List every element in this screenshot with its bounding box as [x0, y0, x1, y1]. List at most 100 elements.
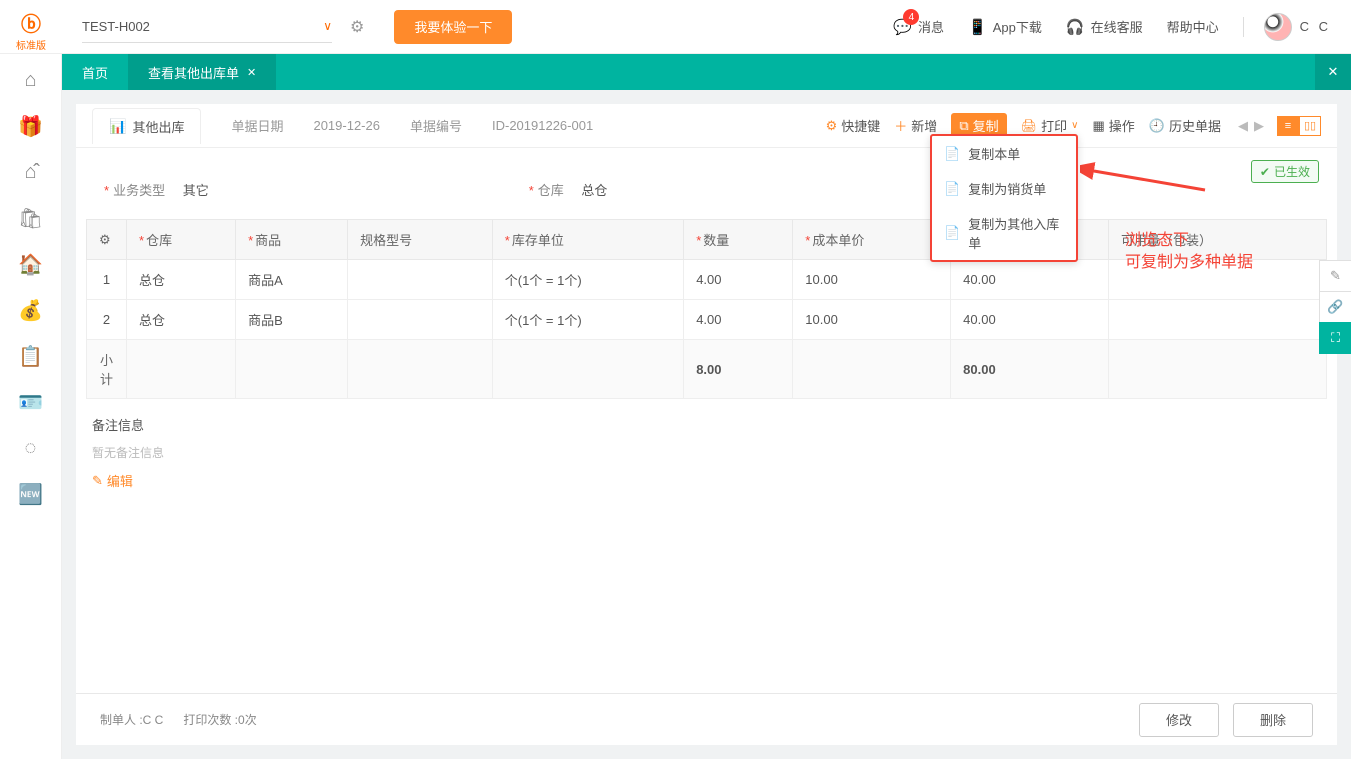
remarks-empty: 暂无备注信息 — [92, 444, 1321, 461]
user-name[interactable]: C C — [1300, 19, 1331, 34]
col-warehouse: *仓库 — [127, 220, 236, 260]
chevron-down-icon: ∨ — [1071, 120, 1078, 131]
list-view-button[interactable]: ≡ — [1277, 116, 1299, 136]
prev-icon[interactable]: ◀ — [1238, 118, 1248, 134]
gear-column-header[interactable]: ⚙ — [87, 220, 127, 260]
doc-no-label: 单据编号 — [410, 116, 462, 135]
nav-clipboard-icon[interactable]: 📋 — [19, 344, 43, 368]
try-button[interactable]: 我要体验一下 — [394, 10, 512, 44]
annotation-line1: 浏览态下 — [1125, 230, 1253, 252]
nav-house-icon[interactable]: ⌂̂ — [19, 160, 43, 184]
service-label: 在线客服 — [1091, 17, 1143, 36]
messages-label: 消息 — [918, 17, 944, 36]
document-title-tab: 📊 其他出库 — [92, 108, 201, 144]
creator-meta: 制单人 :C C — [100, 711, 163, 728]
add-button[interactable]: ＋新增 — [894, 116, 937, 135]
operations-button[interactable]: ▦操作 — [1092, 116, 1134, 135]
copy-in-label: 复制为其他入库单 — [968, 214, 1064, 252]
close-icon[interactable]: ✕ — [247, 66, 256, 79]
topbar: ⓑ 标准版 TEST-H002 ∨ ⚙ 我要体验一下 💬 消息 4 📱 App下… — [0, 0, 1351, 54]
status-text: 已生效 — [1274, 163, 1310, 180]
print-button[interactable]: 🖨打印∨ — [1021, 116, 1079, 135]
edit-label: 编辑 — [107, 471, 133, 490]
copy-dropdown: 📄复制本单 📄 复制为销货单 📄 复制为其他入库单 — [930, 134, 1078, 262]
app-download-link[interactable]: 📱 App下载 — [968, 17, 1042, 36]
logo-text: 标准版 — [16, 37, 46, 52]
logo: ⓑ 标准版 — [0, 2, 62, 52]
tab-home[interactable]: 首页 — [62, 54, 128, 90]
delete-button[interactable]: 删除 — [1233, 703, 1313, 737]
shortcut-button[interactable]: ⚙快捷键 — [826, 116, 881, 135]
copy-sale-label: 复制为销货单 — [968, 179, 1046, 198]
left-nav: ⌂ 🎁 ⌂̂ 🛍 🏠 💰 📋 🪪 ◌ 🆕 — [0, 54, 62, 759]
nav-new-icon[interactable]: 🆕 — [19, 482, 43, 506]
link-icon[interactable]: 🔗 — [1319, 291, 1351, 323]
edit-icon: ✎ — [92, 473, 103, 489]
nav-building-icon[interactable]: 🏠 — [19, 252, 43, 276]
nav-id-icon[interactable]: 🪪 — [19, 390, 43, 414]
app-label: App下载 — [993, 17, 1042, 36]
phone-icon: 📱 — [968, 18, 987, 36]
tenant-name: TEST-H002 — [82, 19, 150, 34]
biz-type-value: 其它 — [183, 183, 209, 198]
table-row[interactable]: 2 总仓 商品B 个(1个 = 1个) 4.00 10.00 40.00 — [87, 300, 1327, 340]
logo-icon: ⓑ — [21, 8, 41, 37]
gear-icon: ⚙ — [826, 118, 838, 134]
next-icon[interactable]: ▶ — [1254, 118, 1264, 134]
biz-type-label: 业务类型 — [113, 183, 165, 198]
footer-bar: 制单人 :C C 打印次数 :0次 修改 删除 — [76, 693, 1337, 745]
settings-icon[interactable]: ⚙ — [350, 17, 364, 37]
plus-icon: ＋ — [894, 116, 907, 135]
col-spec: 规格型号 — [348, 220, 493, 260]
warehouse-field: *仓库 总仓 — [529, 180, 608, 199]
edit-remarks-link[interactable]: ✎ 编辑 — [92, 471, 133, 490]
tenant-selector[interactable]: TEST-H002 ∨ — [82, 11, 332, 43]
online-service-link[interactable]: 🎧 在线客服 — [1066, 17, 1143, 36]
nav-gift-icon[interactable]: 🎁 — [19, 114, 43, 138]
modify-button[interactable]: 修改 — [1139, 703, 1219, 737]
col-cost-price: *成本单价 — [793, 220, 951, 260]
doc-icon: 📄 — [944, 181, 960, 197]
remarks-section: 备注信息 暂无备注信息 ✎ 编辑 — [76, 399, 1337, 490]
nav-home-icon[interactable]: ⌂ — [19, 68, 43, 92]
document-card: 📊 其他出库 单据日期 2019-12-26 单据编号 ID-20191226-… — [76, 104, 1337, 745]
remarks-title: 备注信息 — [92, 415, 1321, 434]
copy-to-in-item[interactable]: 📄 复制为其他入库单 — [932, 206, 1076, 260]
subtotal-row: 小计 8.00 80.00 — [87, 340, 1327, 399]
feedback-icon[interactable]: ✎ — [1319, 260, 1351, 292]
copy-icon: ⧉ — [959, 118, 968, 134]
shortcut-label: 快捷键 — [841, 116, 880, 135]
history-button[interactable]: 🕘历史单据 — [1149, 116, 1221, 135]
grid-icon: ▦ — [1092, 118, 1104, 134]
close-all-tabs[interactable]: ✕ — [1315, 54, 1351, 90]
copy-to-sale-item[interactable]: 📄 复制为销货单 — [932, 171, 1076, 206]
headset-icon: 🎧 — [1066, 18, 1085, 36]
warehouse-label: 仓库 — [538, 183, 564, 198]
record-nav: ◀ ▶ — [1235, 118, 1267, 134]
fullscreen-icon[interactable]: ⛶ — [1319, 322, 1351, 354]
add-label: 新增 — [911, 116, 937, 135]
doc-no: ID-20191226-001 — [492, 118, 593, 133]
copy-label: 复制 — [973, 116, 999, 135]
copy-current-item[interactable]: 📄复制本单 — [932, 136, 1076, 171]
divider — [1243, 17, 1244, 37]
history-icon: 🕘 — [1149, 118, 1165, 134]
nav-money-icon[interactable]: 💰 — [19, 298, 43, 322]
tabs-bar: 首页 查看其他出库单 ✕ ✕ — [62, 54, 1351, 90]
card-view-button[interactable]: ▯▯ — [1299, 116, 1321, 136]
tab-view-other-out[interactable]: 查看其他出库单 ✕ — [128, 54, 276, 90]
status-badge: ✔ 已生效 — [1251, 160, 1319, 183]
view-toggle: ≡ ▯▯ — [1277, 116, 1321, 136]
right-tool-rail: ✎ 🔗 ⛶ — [1319, 260, 1351, 353]
annotation-arrow — [1080, 160, 1210, 200]
user-avatar[interactable] — [1264, 13, 1292, 41]
messages-link[interactable]: 💬 消息 4 — [893, 17, 944, 36]
nav-bag-icon[interactable]: 🛍 — [19, 206, 43, 230]
nav-sync-icon[interactable]: ◌ — [19, 436, 43, 460]
doc-icon: 📄 — [944, 225, 960, 241]
doc-icon: 📄 — [944, 146, 960, 162]
col-qty: *数量 — [684, 220, 793, 260]
document-title: 其他出库 — [132, 117, 184, 136]
help-center-link[interactable]: 帮助中心 — [1167, 17, 1219, 36]
doc-date-label: 单据日期 — [231, 116, 283, 135]
